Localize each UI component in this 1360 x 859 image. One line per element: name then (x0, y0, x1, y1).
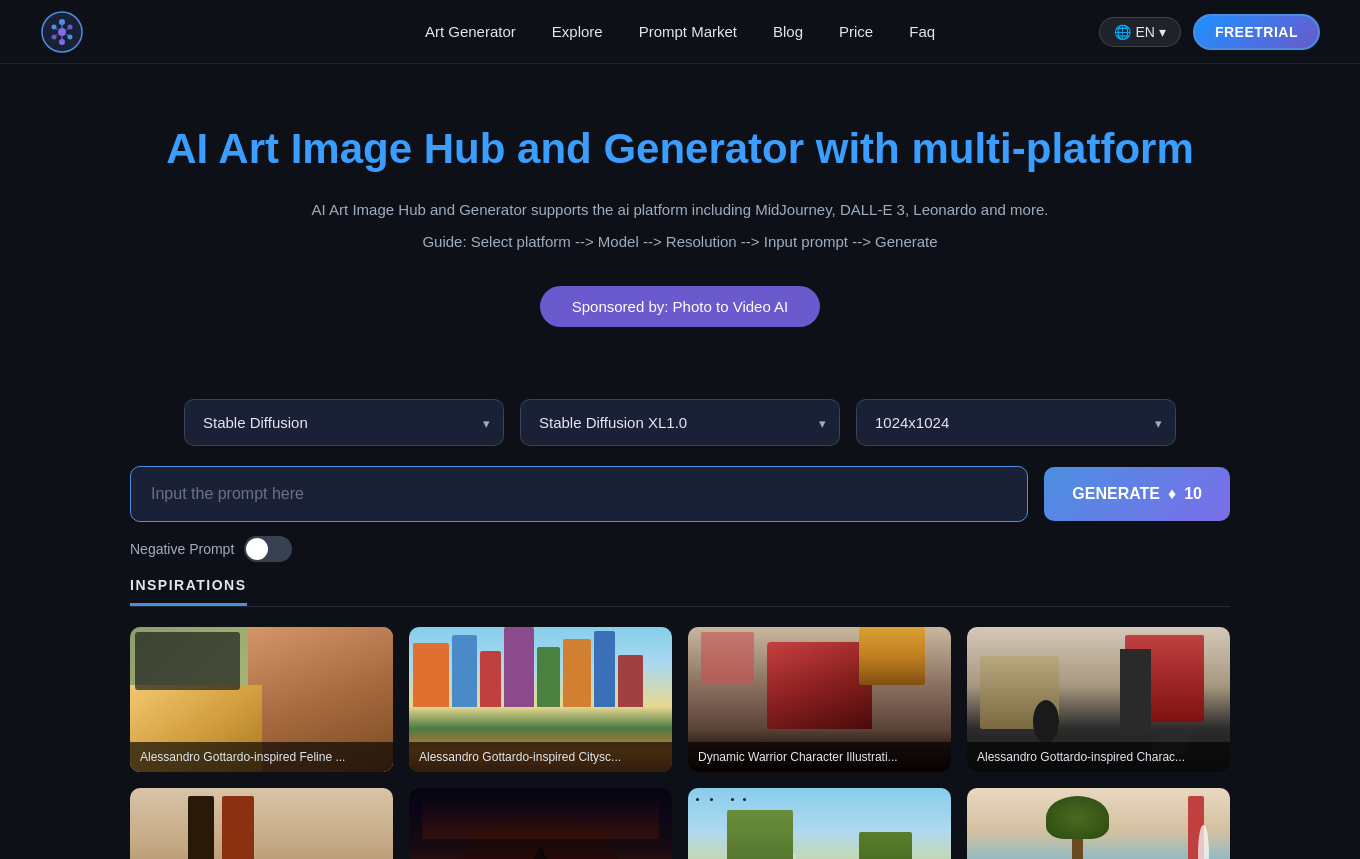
gallery-item[interactable]: Alessandro Gottardo-inspired Person ... (130, 788, 393, 859)
platform-dropdown-wrapper: Stable Diffusion MidJourney DALL-E 3 Leo… (184, 399, 504, 446)
gallery-item[interactable]: Alessandro Gottardo-inspired Citysc... (409, 627, 672, 772)
nav-explore[interactable]: Explore (552, 23, 603, 40)
resolution-select[interactable]: 1024x1024 512x512 768x768 1280x720 (856, 399, 1176, 446)
nav-links: Art Generator Explore Prompt Market Blog… (425, 23, 935, 40)
gallery-item[interactable]: Alessandro Gottardo-inspired Feline ... (130, 627, 393, 772)
hero-title: AI Art Image Hub and Generator with mult… (40, 124, 1320, 174)
free-trial-button[interactable]: FREETRIAL (1193, 14, 1320, 50)
model-dropdown-wrapper: Stable Diffusion XL1.0 Stable Diffusion … (520, 399, 840, 446)
hero-subtitle2: Guide: Select platform --> Model --> Res… (40, 230, 1320, 254)
navbar: Art Generator Explore Prompt Market Blog… (0, 0, 1360, 64)
negative-prompt-row: Negative Prompt (90, 522, 1270, 576)
diamond-icon: ♦ (1168, 485, 1176, 503)
inspirations-divider (130, 606, 1230, 607)
nav-price[interactable]: Price (839, 23, 873, 40)
gallery-caption: Alessandro Gottardo-inspired Charac... (967, 742, 1230, 772)
model-select[interactable]: Stable Diffusion XL1.0 Stable Diffusion … (520, 399, 840, 446)
inspirations-header: INSPIRATIONS (130, 576, 1230, 606)
hero-section: AI Art Image Hub and Generator with mult… (0, 64, 1360, 399)
gallery-caption: Alessandro Gottardo-inspired Feline ... (130, 742, 393, 772)
language-label: EN (1135, 24, 1154, 40)
chevron-down-icon: ▾ (1159, 24, 1166, 40)
generate-label: GENERATE (1072, 485, 1160, 503)
nav-faq[interactable]: Faq (909, 23, 935, 40)
globe-icon: 🌐 (1114, 24, 1131, 40)
gallery-item[interactable]: Alessandro Gottardo-inspired Charac... (967, 627, 1230, 772)
hero-subtitle1: AI Art Image Hub and Generator supports … (40, 198, 1320, 222)
toggle-knob (246, 538, 268, 560)
prompt-input[interactable] (130, 466, 1028, 522)
gallery-item[interactable]: Dynamic Warrior Character Illustrati... (688, 627, 951, 772)
generate-button[interactable]: GENERATE ♦ 10 (1044, 467, 1230, 521)
svg-point-1 (58, 28, 66, 36)
dropdowns-row: Stable Diffusion MidJourney DALL-E 3 Leo… (0, 399, 1360, 446)
platform-select[interactable]: Stable Diffusion MidJourney DALL-E 3 Leo… (184, 399, 504, 446)
gallery-item[interactable]: Surreal Tree Reflection Landscape (967, 788, 1230, 859)
negative-prompt-label: Negative Prompt (130, 541, 234, 557)
resolution-dropdown-wrapper: 1024x1024 512x512 768x768 1280x720 ▾ (856, 399, 1176, 446)
nav-right: 🌐 EN ▾ FREETRIAL (1099, 14, 1320, 50)
inspirations-section: INSPIRATIONS Alessandro Gottardo-inspire… (90, 576, 1270, 859)
nav-prompt-market[interactable]: Prompt Market (639, 23, 737, 40)
sponsor-button[interactable]: Sponsored by: Photo to Video AI (540, 286, 821, 327)
generate-credits: 10 (1184, 485, 1202, 503)
nav-blog[interactable]: Blog (773, 23, 803, 40)
language-selector[interactable]: 🌐 EN ▾ (1099, 17, 1180, 47)
gallery-item[interactable]: Dark Forest Gate Illustration (409, 788, 672, 859)
negative-prompt-toggle[interactable] (244, 536, 292, 562)
logo[interactable] (40, 10, 84, 54)
gallery-item[interactable]: Peaceful Church in Alpine Landscape (688, 788, 951, 859)
gallery-grid: Alessandro Gottardo-inspired Feline ... … (130, 627, 1230, 859)
inspirations-title: INSPIRATIONS (130, 577, 247, 606)
nav-art-generator[interactable]: Art Generator (425, 23, 516, 40)
gallery-caption: Alessandro Gottardo-inspired Citysc... (409, 742, 672, 772)
prompt-row: GENERATE ♦ 10 (90, 466, 1270, 522)
gallery-caption: Dynamic Warrior Character Illustrati... (688, 742, 951, 772)
